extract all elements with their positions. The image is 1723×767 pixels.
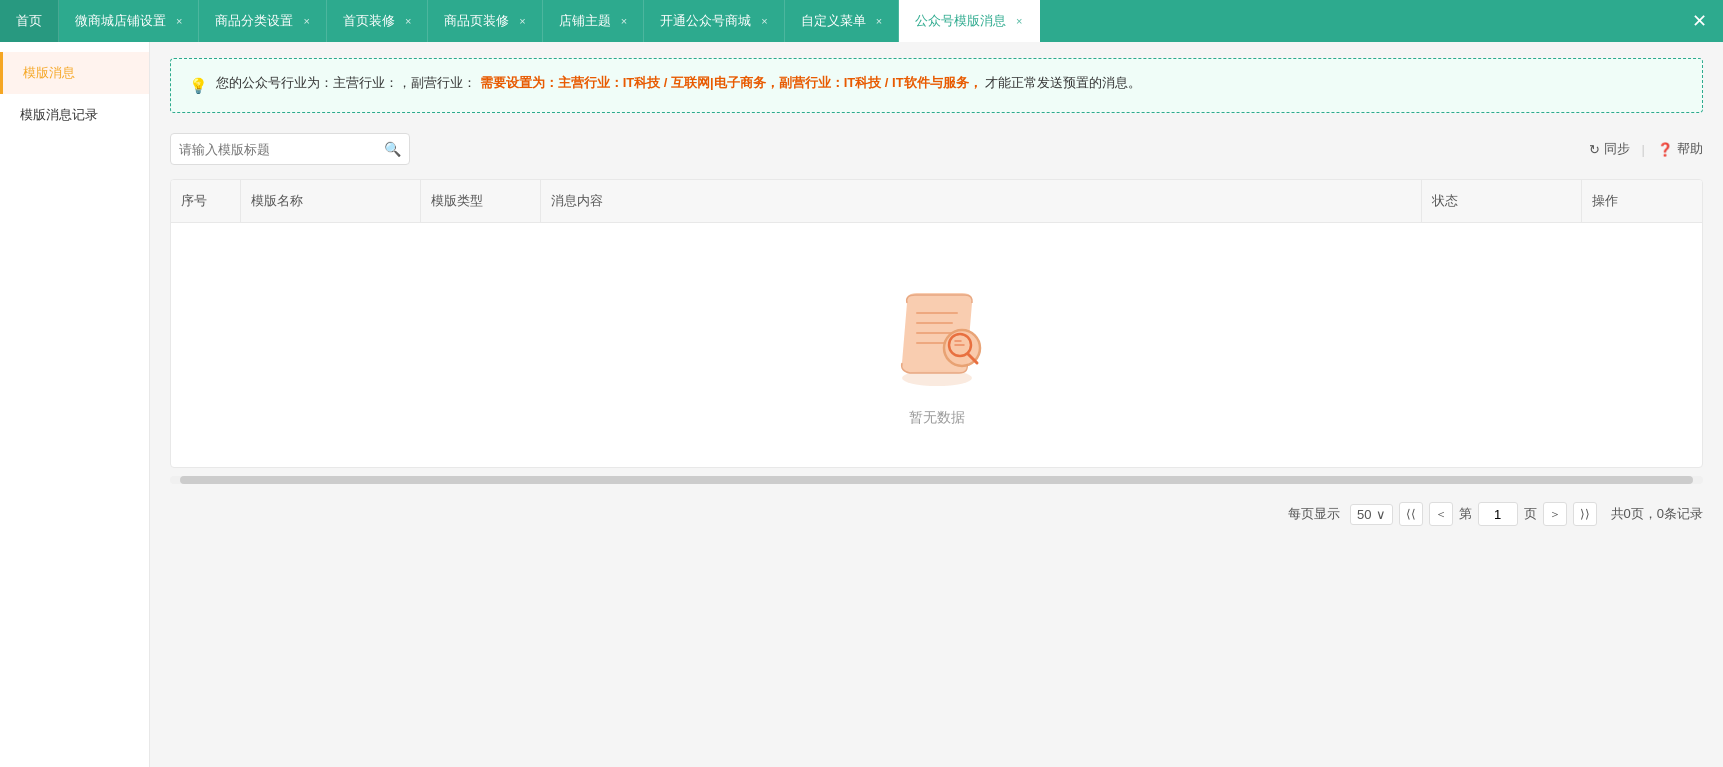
close-store-theme[interactable]: × bbox=[621, 15, 627, 27]
tab-home-decor[interactable]: 首页装修 × bbox=[327, 0, 428, 42]
search-input[interactable] bbox=[179, 142, 384, 157]
search-input-wrap: 🔍 bbox=[170, 133, 410, 165]
empty-illustration bbox=[877, 283, 997, 393]
tab-custom-menu[interactable]: 自定义菜单 × bbox=[785, 0, 899, 42]
sidebar-item-template-log[interactable]: 模版消息记录 bbox=[0, 94, 149, 136]
prev-page-button[interactable]: ＜ bbox=[1429, 502, 1453, 526]
close-home-decor[interactable]: × bbox=[405, 15, 411, 27]
col-name: 模版名称 bbox=[241, 180, 421, 222]
tab-open-mall[interactable]: 开通公众号商城 × bbox=[644, 0, 784, 42]
close-template-msg[interactable]: × bbox=[1016, 15, 1022, 27]
sync-icon: ↻ bbox=[1589, 142, 1600, 157]
search-icon[interactable]: 🔍 bbox=[384, 141, 401, 157]
sync-button[interactable]: ↻ 同步 bbox=[1589, 140, 1630, 158]
close-all-button[interactable]: ✕ bbox=[1676, 10, 1723, 32]
close-open-mall[interactable]: × bbox=[761, 15, 767, 27]
next-page-button[interactable]: ＞ bbox=[1543, 502, 1567, 526]
chevron-down-icon: ∨ bbox=[1376, 507, 1386, 522]
top-nav: 首页 微商城店铺设置 × 商品分类设置 × 首页装修 × 商品页装修 × 店铺主… bbox=[0, 0, 1723, 42]
pagination: 每页显示 50 ∨ ⟨⟨ ＜ 第 页 ＞ ⟩⟩ 共0页，0条记录 bbox=[170, 492, 1703, 532]
search-right: ↻ 同步 | ❓ 帮助 bbox=[1589, 140, 1703, 158]
tab-store-settings[interactable]: 微商城店铺设置 × bbox=[59, 0, 199, 42]
notice-banner: 💡 您的公众号行业为：主营行业：，副营行业： 需要设置为：主营行业：IT科技 /… bbox=[170, 58, 1703, 113]
total-text: 共0页，0条记录 bbox=[1611, 505, 1703, 523]
tab-store-theme[interactable]: 店铺主题 × bbox=[543, 0, 644, 42]
notice-text: 您的公众号行业为：主营行业：，副营行业： 需要设置为：主营行业：IT科技 / 互… bbox=[216, 73, 1141, 94]
tab-product-category[interactable]: 商品分类设置 × bbox=[199, 0, 326, 42]
empty-text: 暂无数据 bbox=[909, 409, 965, 427]
empty-state: 暂无数据 bbox=[171, 223, 1702, 467]
page-unit: 页 bbox=[1524, 505, 1537, 523]
sidebar: 模版消息 模版消息记录 bbox=[0, 42, 150, 767]
col-status: 状态 bbox=[1422, 180, 1582, 222]
scrollbar-track[interactable] bbox=[170, 476, 1703, 484]
per-page-label: 每页显示 bbox=[1288, 505, 1340, 523]
per-page-select[interactable]: 50 ∨ bbox=[1350, 504, 1392, 525]
col-action: 操作 bbox=[1582, 180, 1702, 222]
main-layout: 模版消息 模版消息记录 💡 您的公众号行业为：主营行业：，副营行业： 需要设置为… bbox=[0, 42, 1723, 767]
page-input[interactable] bbox=[1478, 502, 1518, 526]
close-custom-menu[interactable]: × bbox=[876, 15, 882, 27]
sidebar-item-template-msg[interactable]: 模版消息 bbox=[0, 52, 149, 94]
col-index: 序号 bbox=[171, 180, 241, 222]
toolbar-divider: | bbox=[1642, 142, 1645, 157]
page-label: 第 bbox=[1459, 505, 1472, 523]
col-type: 模版类型 bbox=[421, 180, 541, 222]
col-content: 消息内容 bbox=[541, 180, 1422, 222]
tab-home[interactable]: 首页 bbox=[0, 0, 59, 42]
close-product-category[interactable]: × bbox=[303, 15, 309, 27]
tab-template-msg[interactable]: 公众号模版消息 × bbox=[899, 0, 1039, 42]
close-store-settings[interactable]: × bbox=[176, 15, 182, 27]
scrollbar-thumb[interactable] bbox=[180, 476, 1693, 484]
tab-product-decor[interactable]: 商品页装修 × bbox=[428, 0, 542, 42]
table-header: 序号 模版名称 模版类型 消息内容 状态 操作 bbox=[171, 180, 1702, 223]
help-icon: ❓ bbox=[1657, 142, 1673, 157]
first-page-button[interactable]: ⟨⟨ bbox=[1399, 502, 1423, 526]
close-product-decor[interactable]: × bbox=[519, 15, 525, 27]
content-area: 💡 您的公众号行业为：主营行业：，副营行业： 需要设置为：主营行业：IT科技 /… bbox=[150, 42, 1723, 767]
data-table: 序号 模版名称 模版类型 消息内容 状态 操作 bbox=[170, 179, 1703, 468]
bulb-icon: 💡 bbox=[189, 74, 208, 98]
help-button[interactable]: ❓ 帮助 bbox=[1657, 140, 1703, 158]
last-page-button[interactable]: ⟩⟩ bbox=[1573, 502, 1597, 526]
search-bar: 🔍 ↻ 同步 | ❓ 帮助 bbox=[170, 133, 1703, 165]
